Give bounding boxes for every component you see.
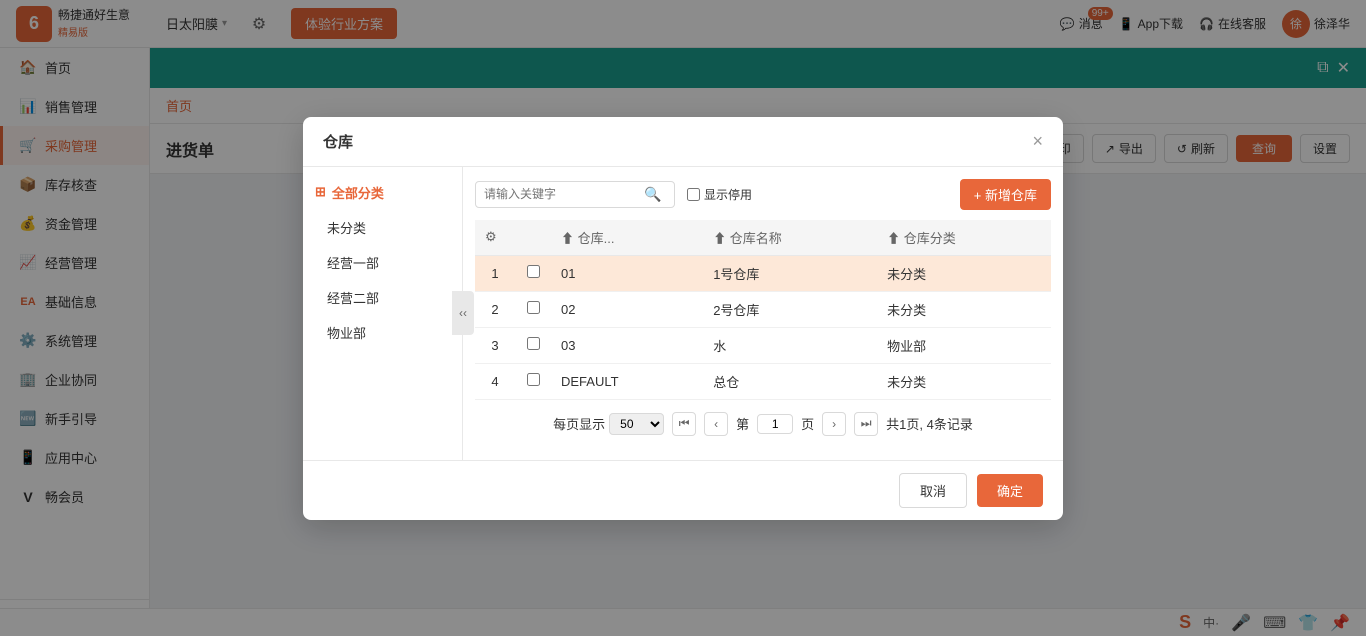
cat-item-uncategorized[interactable]: 未分类	[303, 210, 462, 245]
collapse-sidebar-button[interactable]: ‹‹	[452, 291, 474, 335]
show-disabled-toggle[interactable]: 显示停用	[687, 186, 752, 203]
table-row[interactable]: 2 02 2号仓库 未分类	[475, 291, 1051, 327]
search-icon[interactable]: 🔍	[644, 186, 661, 203]
th-setting: ⚙	[475, 220, 515, 256]
next-page-button[interactable]: ›	[822, 412, 846, 436]
row-name: 2号仓库	[703, 291, 877, 327]
warehouse-table: ⚙ ⬆ 仓库... ⬆ 仓库名称 ⬆ 仓库分类	[475, 220, 1051, 400]
row-index: 1	[475, 255, 515, 291]
table-area: 🔍 显示停用 + 新增仓库 ⚙	[463, 167, 1063, 460]
search-box: 🔍	[475, 181, 675, 208]
modal-body: ⊞ 全部分类 未分类 经营一部 经营二部 物业部 ‹‹	[303, 167, 1063, 460]
row-category: 未分类	[877, 291, 1051, 327]
warehouse-modal: 仓库 × ⊞ 全部分类 未分类 经营一部 经营二部	[303, 117, 1063, 520]
row-category: 物业部	[877, 327, 1051, 363]
modal-title: 仓库	[323, 131, 353, 152]
row-name: 总仓	[703, 363, 877, 399]
table-header-row: ⚙ ⬆ 仓库... ⬆ 仓库名称 ⬆ 仓库分类	[475, 220, 1051, 256]
th-checkbox	[515, 220, 551, 256]
row-category: 未分类	[877, 255, 1051, 291]
table-toolbar: 🔍 显示停用 + 新增仓库	[475, 179, 1051, 210]
page-size-select: 每页显示 50 20 100	[553, 413, 664, 435]
row-index: 2	[475, 291, 515, 327]
row-code: DEFAULT	[551, 363, 703, 399]
grid-icon: ⊞	[315, 184, 326, 200]
close-icon[interactable]: ×	[1032, 132, 1043, 150]
modal-header: 仓库 ×	[303, 117, 1063, 167]
table-row[interactable]: 3 03 水 物业部	[475, 327, 1051, 363]
row-category: 未分类	[877, 363, 1051, 399]
row-name: 水	[703, 327, 877, 363]
row-code: 02	[551, 291, 703, 327]
row-code: 01	[551, 255, 703, 291]
row-index: 3	[475, 327, 515, 363]
row-checkbox[interactable]	[515, 327, 551, 363]
cat-item-dept1[interactable]: 经营一部	[303, 245, 462, 280]
category-sidebar: ⊞ 全部分类 未分类 经营一部 经营二部 物业部 ‹‹	[303, 167, 463, 460]
row-checkbox[interactable]	[515, 255, 551, 291]
th-category: ⬆ 仓库分类	[877, 220, 1051, 256]
cat-item-dept2[interactable]: 经营二部	[303, 280, 462, 315]
row-code: 03	[551, 327, 703, 363]
last-page-button[interactable]: ⏭	[854, 412, 878, 436]
row-index: 4	[475, 363, 515, 399]
table-row[interactable]: 1 01 1号仓库 未分类	[475, 255, 1051, 291]
modal-footer: 取消 确定	[303, 460, 1063, 520]
show-disabled-checkbox[interactable]	[687, 188, 700, 201]
prev-page-button[interactable]: ‹	[704, 412, 728, 436]
th-name: ⬆ 仓库名称	[703, 220, 877, 256]
modal-overlay: 仓库 × ⊞ 全部分类 未分类 经营一部 经营二部	[0, 0, 1366, 636]
cancel-button[interactable]: 取消	[899, 473, 967, 508]
row-name: 1号仓库	[703, 255, 877, 291]
th-code: ⬆ 仓库...	[551, 220, 703, 256]
all-categories-item[interactable]: ⊞ 全部分类	[303, 175, 462, 210]
confirm-button[interactable]: 确定	[977, 474, 1043, 507]
row-checkbox[interactable]	[515, 291, 551, 327]
table-row[interactable]: 4 DEFAULT 总仓 未分类	[475, 363, 1051, 399]
first-page-button[interactable]: ⏮	[672, 412, 696, 436]
cat-item-property[interactable]: 物业部	[303, 315, 462, 350]
page-input[interactable]	[757, 414, 793, 434]
search-input[interactable]	[484, 187, 644, 201]
row-checkbox[interactable]	[515, 363, 551, 399]
new-warehouse-button[interactable]: + 新增仓库	[960, 179, 1051, 210]
per-page-select[interactable]: 50 20 100	[609, 413, 664, 435]
pagination: 每页显示 50 20 100 ⏮ ‹ 第 页 › ⏭ 共1页, 4条记录	[475, 400, 1051, 448]
